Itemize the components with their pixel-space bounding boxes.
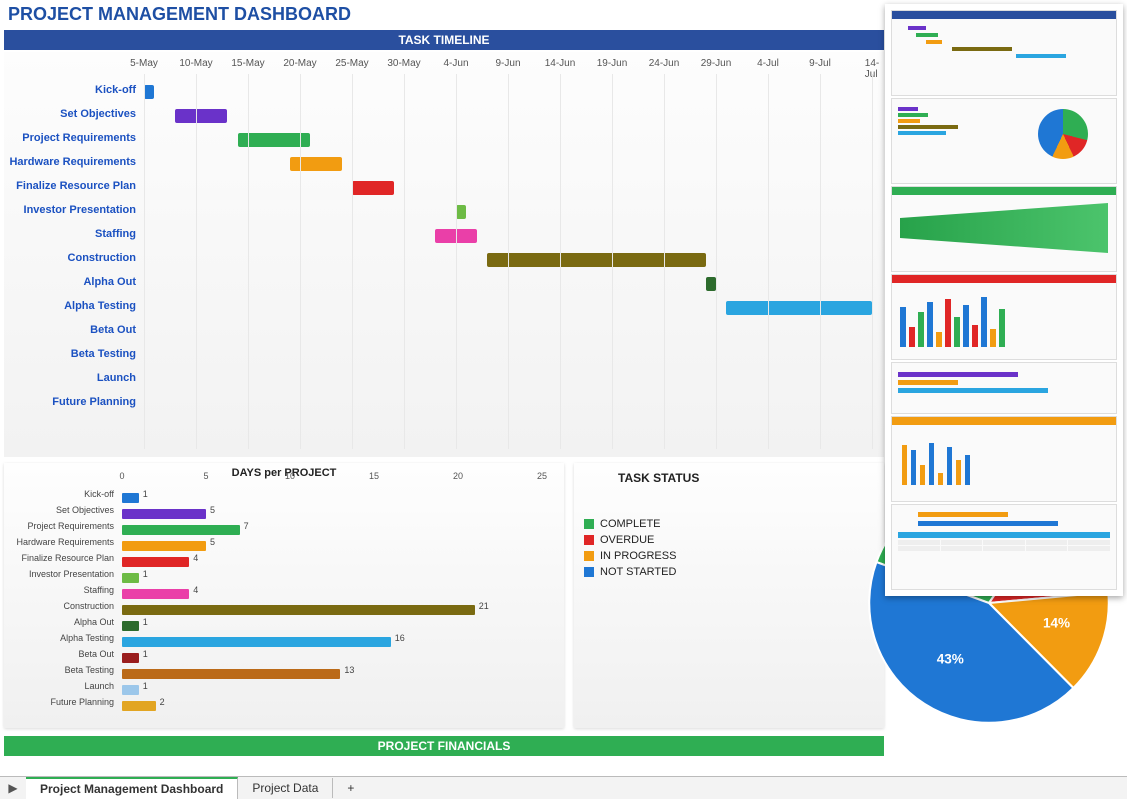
add-sheet-button[interactable]: + bbox=[333, 781, 368, 795]
thumb-timeline bbox=[891, 10, 1117, 96]
timeline-header: TASK TIMELINE bbox=[4, 30, 884, 50]
legend-item: OVERDUE bbox=[584, 534, 884, 546]
thumb-bars bbox=[891, 362, 1117, 414]
gantt-row-label: Staffing bbox=[4, 228, 136, 240]
thumb-table bbox=[891, 504, 1117, 590]
legend-item: COMPLETE bbox=[584, 518, 884, 530]
gantt-row-label: Beta Out bbox=[4, 324, 136, 336]
days-per-project-chart: DAYS per PROJECT 0510152025 Kick-off1Set… bbox=[4, 463, 564, 728]
gantt-row-label: Investor Presentation bbox=[4, 204, 136, 216]
tab-scroll-button[interactable]: ▶ bbox=[0, 781, 26, 795]
legend-item: IN PROGRESS bbox=[584, 550, 884, 562]
gantt-row-label: Hardware Requirements bbox=[4, 156, 136, 168]
gantt-row-label: Construction bbox=[4, 252, 136, 264]
gantt-row-label: Launch bbox=[4, 372, 136, 384]
gantt-bar bbox=[175, 109, 227, 123]
svg-text:43%: 43% bbox=[937, 652, 964, 667]
thumb-financials bbox=[891, 186, 1117, 272]
gantt-bar bbox=[726, 301, 872, 315]
gantt-row-label: Set Objectives bbox=[4, 108, 136, 120]
thumb-columns bbox=[891, 274, 1117, 360]
preview-thumbnail-strip bbox=[885, 4, 1123, 596]
tab-project-management-dashboard[interactable]: Project Management Dashboard bbox=[26, 777, 238, 799]
legend-item: NOT STARTED bbox=[584, 566, 884, 578]
gantt-row-label: Alpha Testing bbox=[4, 300, 136, 312]
tab-project-data[interactable]: Project Data bbox=[238, 778, 333, 798]
gantt-row-label: Finalize Resource Plan bbox=[4, 180, 136, 192]
thumb-days-status bbox=[891, 98, 1117, 184]
gantt-bar bbox=[144, 85, 154, 99]
svg-text:14%: 14% bbox=[1043, 616, 1070, 631]
gantt-bar bbox=[456, 205, 466, 219]
gantt-row-label: Project Requirements bbox=[4, 132, 136, 144]
gantt-row-label: Alpha Out bbox=[4, 276, 136, 288]
gantt-bar bbox=[706, 277, 716, 291]
sheet-tab-bar: ▶ Project Management Dashboard Project D… bbox=[0, 776, 1127, 799]
gantt-bar bbox=[352, 181, 394, 195]
gantt-chart: 5-May10-May15-May20-May25-May30-May4-Jun… bbox=[4, 52, 884, 457]
gantt-bar bbox=[487, 253, 705, 267]
task-status-chart: TASK STATUS COMPLETEOVERDUEIN PROGRESSNO… bbox=[574, 463, 884, 728]
thumb-orange bbox=[891, 416, 1117, 502]
financials-header: PROJECT FINANCIALS bbox=[4, 736, 884, 756]
gantt-row-label: Kick-off bbox=[4, 84, 136, 96]
gantt-bar bbox=[290, 157, 342, 171]
gantt-row-label: Future Planning bbox=[4, 396, 136, 408]
gantt-row-label: Beta Testing bbox=[4, 348, 136, 360]
